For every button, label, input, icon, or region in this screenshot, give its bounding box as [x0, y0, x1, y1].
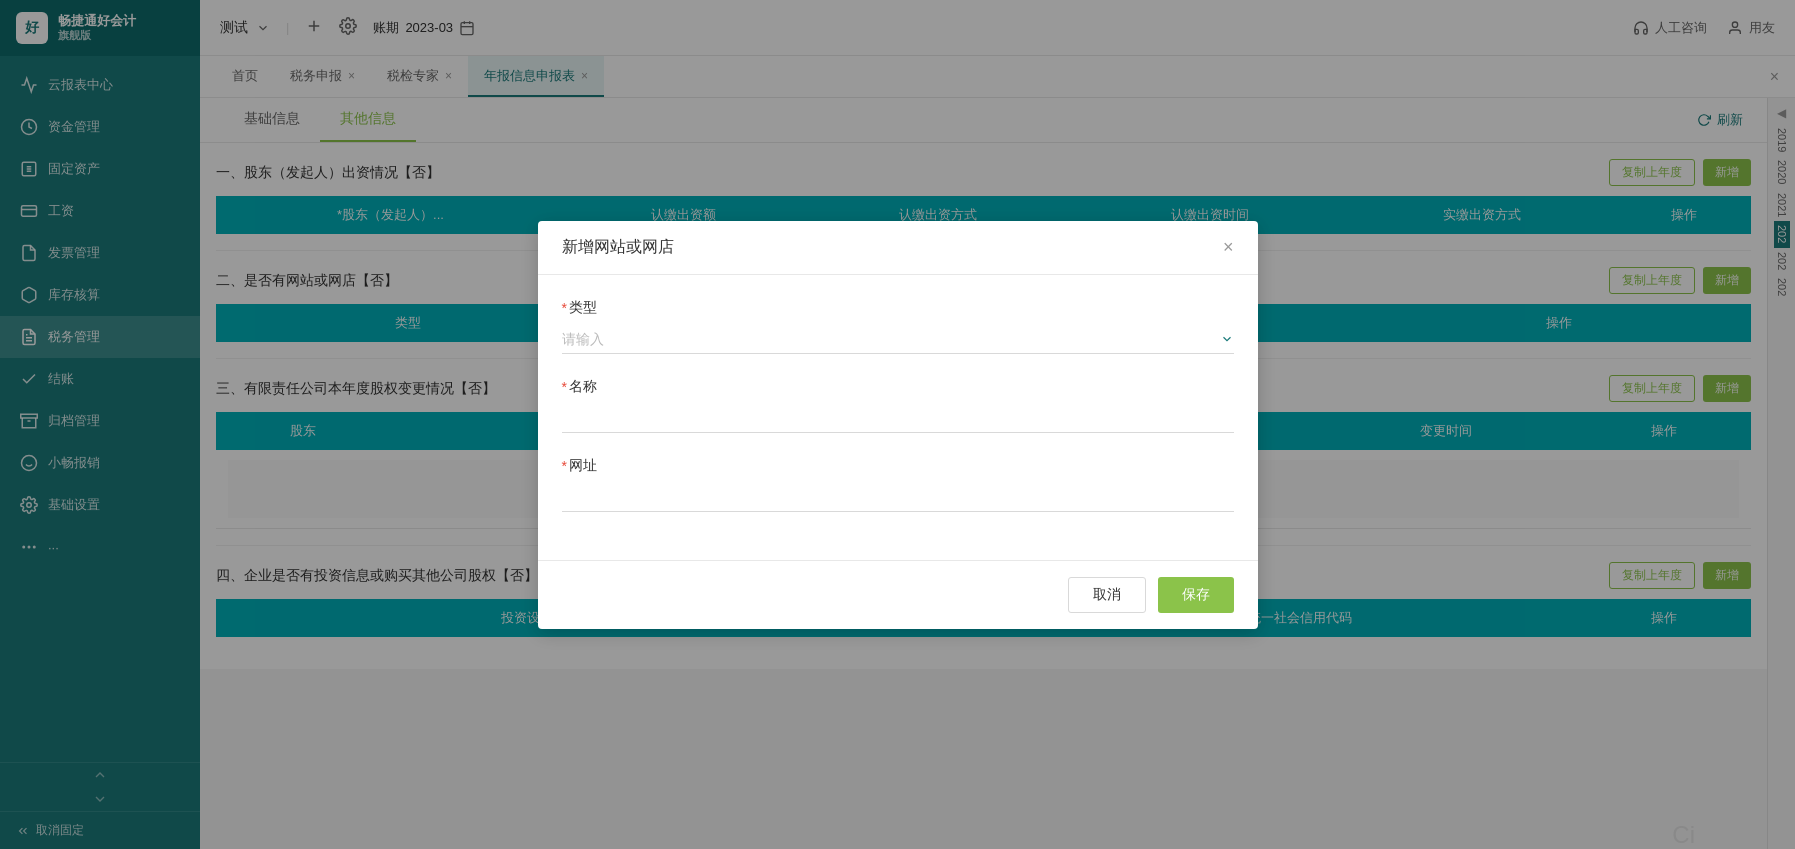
name-input-wrap — [562, 404, 1234, 433]
label-text-type: 类型 — [569, 299, 597, 317]
save-btn[interactable]: 保存 — [1158, 577, 1234, 613]
modal-overlay[interactable]: 新增网站或网店 × * 类型 * 名称 — [0, 0, 1795, 849]
required-mark-url: * — [562, 458, 567, 474]
modal-title: 新增网站或网店 — [562, 237, 674, 258]
cancel-btn[interactable]: 取消 — [1068, 577, 1146, 613]
required-mark-name: * — [562, 379, 567, 395]
url-input[interactable] — [562, 483, 1234, 511]
label-text-url: 网址 — [569, 457, 597, 475]
form-label-url: * 网址 — [562, 457, 597, 475]
form-label-name: * 名称 — [562, 378, 597, 396]
name-input[interactable] — [562, 404, 1234, 432]
label-text-name: 名称 — [569, 378, 597, 396]
type-input-wrap — [562, 325, 1234, 354]
form-label-type: * 类型 — [562, 299, 597, 317]
type-dropdown-icon — [1220, 332, 1234, 346]
required-mark-type: * — [562, 300, 567, 316]
modal-add-website: 新增网站或网店 × * 类型 * 名称 — [538, 221, 1258, 629]
modal-body: * 类型 * 名称 * — [538, 275, 1258, 560]
form-row-url: * 网址 — [562, 457, 1234, 512]
url-input-wrap — [562, 483, 1234, 512]
modal-header: 新增网站或网店 × — [538, 221, 1258, 275]
modal-footer: 取消 保存 — [538, 560, 1258, 629]
modal-close-btn[interactable]: × — [1223, 237, 1234, 258]
type-input[interactable] — [562, 325, 1234, 353]
form-row-name: * 名称 — [562, 378, 1234, 433]
form-row-type: * 类型 — [562, 299, 1234, 354]
